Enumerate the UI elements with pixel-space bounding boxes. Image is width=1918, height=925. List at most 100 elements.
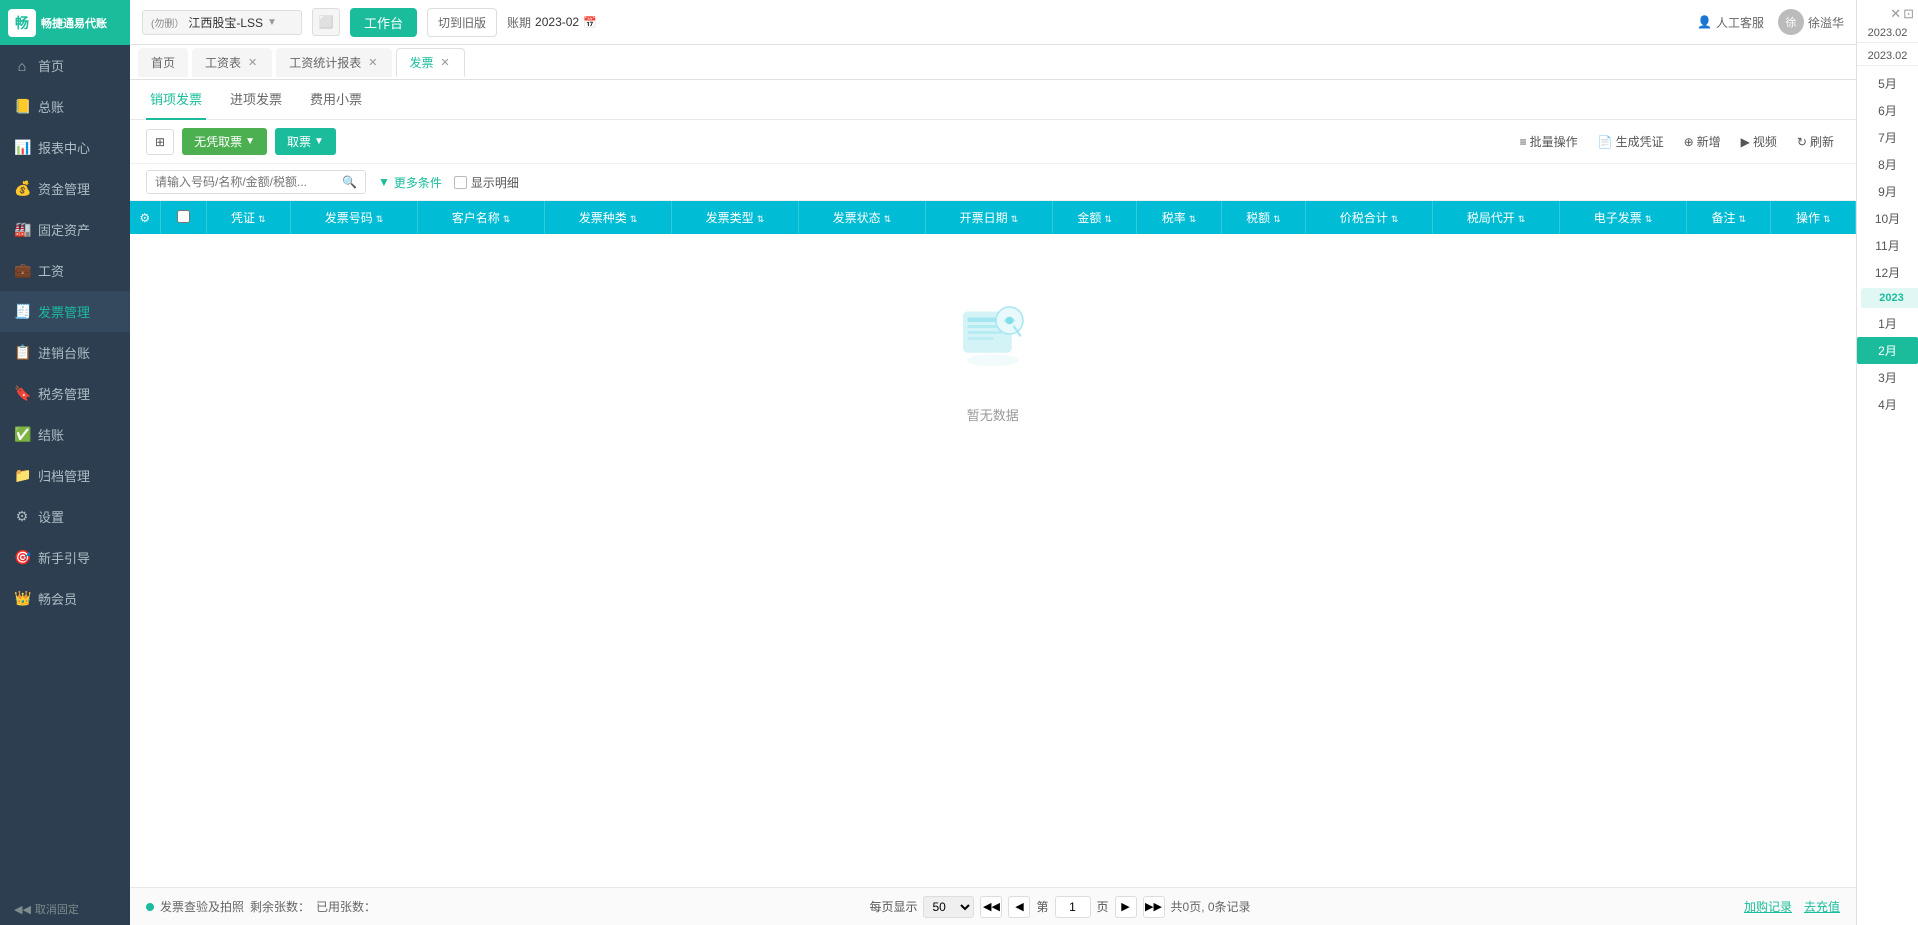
sidebar-item-tax[interactable]: 🔖 税务管理 bbox=[0, 373, 130, 414]
sidebar-item-ledger[interactable]: 📒总账 bbox=[0, 86, 130, 127]
sidebar-item-invoice[interactable]: 🧾发票管理 bbox=[0, 291, 130, 332]
tab-close-salary-stats[interactable]: ✕ bbox=[366, 55, 379, 70]
close-right-panel-btn[interactable]: ✕ bbox=[1890, 6, 1901, 22]
month-item-1m[interactable]: 1月 bbox=[1857, 310, 1918, 337]
sidebar-item-salary[interactable]: 💼工资 bbox=[0, 250, 130, 291]
switch-version-button[interactable]: 切到旧版 bbox=[427, 8, 497, 37]
sidebar-label-tax: 税务管理 bbox=[38, 384, 90, 403]
tab-label-salary-stats: 工资统计报表 bbox=[289, 54, 361, 71]
month-item-5m[interactable]: 5月 bbox=[1857, 70, 1918, 97]
search-icon: 🔍 bbox=[342, 175, 357, 189]
no-voucher-btn[interactable]: 无凭取票 ▼ bbox=[182, 128, 267, 155]
month-item-10m[interactable]: 10月 bbox=[1857, 205, 1918, 232]
add-btn[interactable]: ⊕ 新增 bbox=[1678, 129, 1727, 154]
column-settings-icon[interactable]: ⚙ bbox=[139, 211, 150, 225]
customer-service-icon: 👤 bbox=[1697, 15, 1712, 29]
voucher-dropdown-icon: ▼ bbox=[314, 136, 324, 147]
app-logo-text: 畅捷通易代账 bbox=[41, 15, 107, 31]
company-selector[interactable]: (勿删） 江西股宝-LSS ▼ bbox=[142, 10, 302, 35]
next-page-btn[interactable]: ▶ bbox=[1115, 896, 1137, 918]
month-item-4m[interactable]: 4月 bbox=[1857, 391, 1918, 418]
tab-invoice[interactable]: 发票 ✕ bbox=[396, 48, 464, 77]
month-item-9m[interactable]: 9月 bbox=[1857, 178, 1918, 205]
tab-home[interactable]: 首页 bbox=[138, 48, 188, 77]
month-item-2m[interactable]: 2月 bbox=[1857, 337, 1918, 364]
go-recharge-link[interactable]: 去充值 bbox=[1804, 898, 1840, 915]
col-header-invoice_category: 发票种类⇅ bbox=[544, 201, 671, 234]
tab-close-salary-table[interactable]: ✕ bbox=[246, 55, 259, 70]
sort-icon-invoice_type: ⇅ bbox=[757, 214, 765, 224]
last-page-btn[interactable]: ▶▶ bbox=[1143, 896, 1165, 918]
copy-button[interactable]: ⬜ bbox=[312, 8, 340, 36]
tab-label-invoice: 发票 bbox=[409, 54, 433, 71]
sub-tab-sales-invoice[interactable]: 销项发票 bbox=[146, 80, 206, 120]
month-item-7m[interactable]: 7月 bbox=[1857, 124, 1918, 151]
filter-icon: ▼ bbox=[378, 175, 390, 189]
batch-ops-btn[interactable]: ≡ 批量操作 bbox=[1514, 129, 1584, 154]
sidebar-item-reports[interactable]: 📊报表中心 bbox=[0, 127, 130, 168]
show-detail-toggle[interactable]: 显示明细 bbox=[454, 174, 519, 191]
top-header: (勿删） 江西股宝-LSS ▼ ⬜ 工作台 切到旧版 账期 2023-02 📅 … bbox=[130, 0, 1856, 45]
grid-view-button[interactable]: ⊞ bbox=[146, 129, 174, 155]
customer-service-btn[interactable]: 👤 人工客服 bbox=[1697, 14, 1764, 31]
sidebar-item-settlement[interactable]: ✅结账 bbox=[0, 414, 130, 455]
sidebar-icon-ledger: 📒 bbox=[14, 98, 30, 115]
user-menu[interactable]: 徐 徐溢华 bbox=[1778, 9, 1844, 35]
refresh-icon: ↻ bbox=[1797, 135, 1807, 149]
first-page-btn[interactable]: ◀◀ bbox=[980, 896, 1002, 918]
prev-page-btn[interactable]: ◀ bbox=[1008, 896, 1030, 918]
search-input[interactable] bbox=[155, 175, 336, 189]
sidebar-item-sales[interactable]: 📋进销台账 bbox=[0, 332, 130, 373]
sidebar-item-capital[interactable]: 💰 资金管理 bbox=[0, 168, 130, 209]
sidebar-label-salary: 工资 bbox=[38, 261, 64, 280]
sort-icon-invoice_status: ⇅ bbox=[884, 214, 892, 224]
page-number-input[interactable] bbox=[1055, 896, 1091, 918]
period-display: 账期 2023-02 📅 bbox=[507, 14, 597, 31]
tab-salary-stats[interactable]: 工资统计报表 ✕ bbox=[276, 48, 392, 77]
sidebar-item-fixed[interactable]: 🏭固定资产 bbox=[0, 209, 130, 250]
sort-icon-tax_rate: ⇅ bbox=[1189, 214, 1197, 224]
sidebar-item-settings[interactable]: ⚙设置 bbox=[0, 496, 130, 537]
month-item-3m[interactable]: 3月 bbox=[1857, 364, 1918, 391]
video-btn[interactable]: ▶ 视频 bbox=[1735, 129, 1783, 154]
sort-icon-remark: ⇅ bbox=[1738, 214, 1746, 224]
add-record-link[interactable]: 加购记录 bbox=[1744, 898, 1792, 915]
sidebar-label-guide: 新手引导 bbox=[38, 548, 90, 567]
sidebar-icon-capital: 💰 bbox=[14, 180, 30, 197]
month-item-6m[interactable]: 6月 bbox=[1857, 97, 1918, 124]
sidebar-icon-fixed: 🏭 bbox=[14, 221, 30, 238]
generate-voucher-btn[interactable]: 📄 生成凭证 bbox=[1592, 129, 1670, 154]
page-size-select[interactable]: 50 100 200 bbox=[923, 896, 974, 918]
table-container: ⚙凭证⇅发票号码⇅客户名称⇅发票种类⇅发票类型⇅发票状态⇅开票日期⇅金额⇅税率⇅… bbox=[130, 201, 1856, 887]
more-conditions-btn[interactable]: ▼ 更多条件 bbox=[378, 174, 442, 191]
col-header-settings: ⚙ bbox=[130, 201, 160, 234]
sidebar-label-invoice: 发票管理 bbox=[38, 302, 90, 321]
workspace-button[interactable]: 工作台 bbox=[350, 8, 417, 37]
sidebar-label-capital: 资金管理 bbox=[38, 179, 90, 198]
unpin-button[interactable]: ◀◀ 取消固定 bbox=[0, 893, 130, 925]
sidebar-item-guide[interactable]: 🎯新手引导 bbox=[0, 537, 130, 578]
month-item-12m[interactable]: 12月 bbox=[1857, 259, 1918, 286]
col-header-invoice_no: 发票号码⇅ bbox=[291, 201, 418, 234]
sidebar-item-home[interactable]: ⌂首页 bbox=[0, 45, 130, 86]
sidebar-item-archive[interactable]: 📁归档管理 bbox=[0, 455, 130, 496]
show-detail-checkbox[interactable] bbox=[454, 176, 467, 189]
sub-tab-purchase-invoice[interactable]: 进项发票 bbox=[226, 80, 286, 120]
tab-salary-table[interactable]: 工资表✕ bbox=[192, 48, 272, 77]
voucher-btn[interactable]: 取票 ▼ bbox=[275, 128, 336, 155]
sort-icon-tax_office: ⇅ bbox=[1518, 214, 1526, 224]
maximize-right-panel-btn[interactable]: ⊡ bbox=[1903, 6, 1914, 22]
sidebar-item-member[interactable]: 👑畅会员 bbox=[0, 578, 130, 619]
refresh-btn[interactable]: ↻ 刷新 bbox=[1791, 129, 1840, 154]
month-item-11m[interactable]: 11月 bbox=[1857, 232, 1918, 259]
select-all-checkbox[interactable] bbox=[177, 210, 190, 223]
month-item-8m[interactable]: 8月 bbox=[1857, 151, 1918, 178]
sidebar-label-settings: 设置 bbox=[38, 507, 64, 526]
sort-icon-e_invoice: ⇅ bbox=[1645, 214, 1653, 224]
table-header: ⚙凭证⇅发票号码⇅客户名称⇅发票种类⇅发票类型⇅发票状态⇅开票日期⇅金额⇅税率⇅… bbox=[130, 201, 1856, 234]
sub-tab-fee-receipt[interactable]: 费用小票 bbox=[306, 80, 366, 120]
tab-close-invoice[interactable]: ✕ bbox=[439, 55, 452, 70]
col-header-tax_total: 价税合计⇅ bbox=[1306, 201, 1433, 234]
sidebar-icon-tax: 🔖 bbox=[14, 385, 30, 402]
col-header-checkbox bbox=[160, 201, 206, 234]
